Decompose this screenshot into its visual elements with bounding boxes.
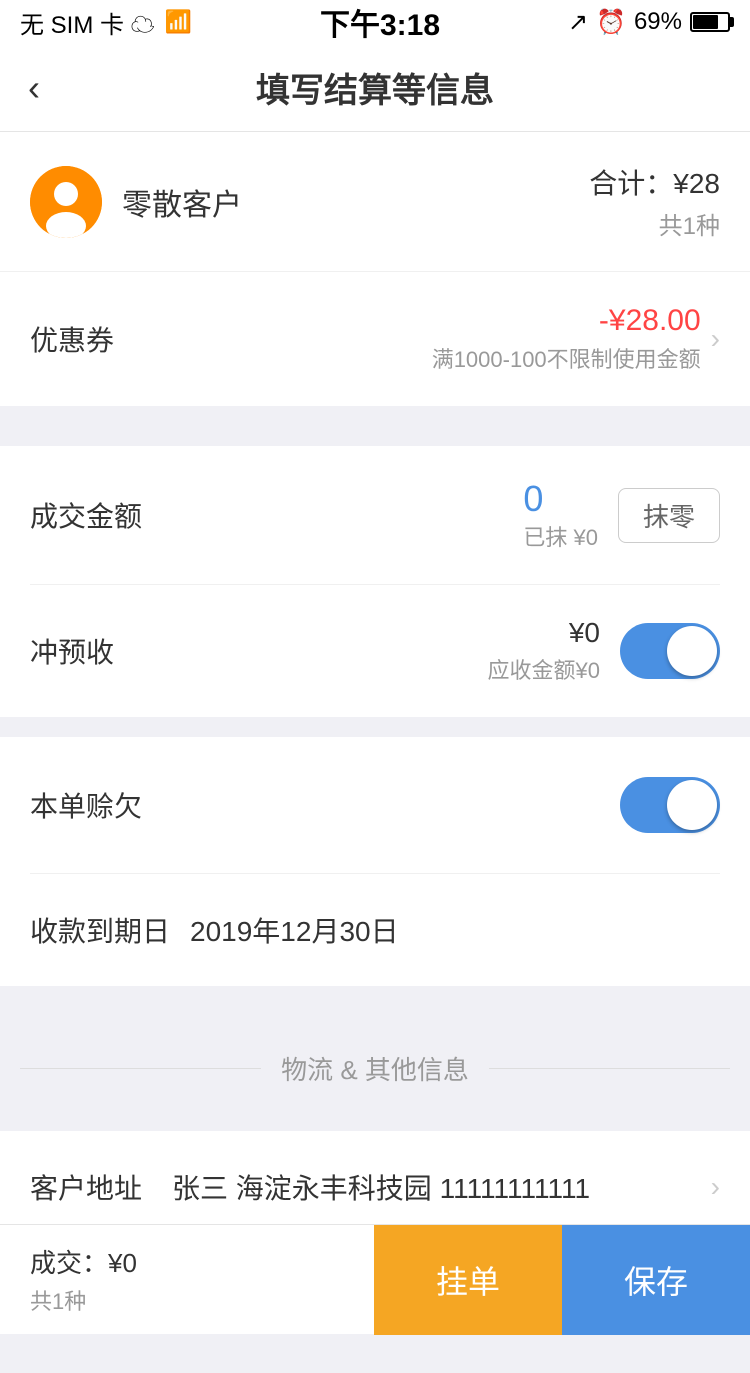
logistics-label: 物流 & 其他信息 [281, 1050, 469, 1087]
customer-row: 零散客户 合计：¥28 共1种 [0, 132, 750, 271]
toggle-knob [667, 626, 717, 676]
page-title: 填写结算等信息 [256, 63, 494, 112]
due-date-row: 收款到期日 2019年12月30日 [30, 874, 720, 986]
divider-1 [0, 426, 750, 446]
wifi-icon: 📶 [165, 9, 192, 35]
status-bar: 无 SIM 卡 ☁ 📶 下午3:18 ↗ ⏰ 69% [0, 0, 750, 44]
hold-button[interactable]: 挂单 [374, 1225, 562, 1335]
bottom-info: 成交：¥0 共1种 [0, 1243, 374, 1316]
coupon-value: -¥28.00 满1000-100不限制使用金额 [432, 304, 701, 374]
customer-name: 零散客户 [122, 180, 242, 224]
customer-right: 合计：¥28 共1种 [589, 162, 720, 241]
total-amount: 合计：¥28 [589, 162, 720, 202]
transaction-section: 成交金额 0 已抹 ¥0 抹零 冲预收 ¥0 应收金额¥0 [0, 446, 750, 717]
coupon-label: 优惠券 [30, 319, 114, 359]
coupon-desc: 满1000-100不限制使用金额 [432, 342, 701, 374]
bad-debt-row: 本单赊欠 [30, 737, 720, 874]
bottom-transaction: 成交：¥0 [30, 1243, 344, 1280]
bad-debt-toggle[interactable] [620, 777, 720, 833]
nav-bar: ‹ 填写结算等信息 [0, 44, 750, 132]
divider-3 [0, 1006, 750, 1026]
address-chevron-icon: › [711, 1171, 720, 1203]
transaction-amount-row: 成交金额 0 已抹 ¥0 抹零 [30, 446, 720, 585]
logistics-line-right [489, 1068, 730, 1069]
divider-2 [0, 717, 750, 737]
bottom-count: 共1种 [30, 1284, 344, 1316]
coupon-amount: -¥28.00 [432, 304, 701, 338]
save-button[interactable]: 保存 [562, 1225, 750, 1335]
due-date-value: 2019年12月30日 [190, 910, 399, 950]
due-date-label: 收款到期日 [30, 910, 170, 950]
customer-left: 零散客户 [30, 166, 242, 238]
bottom-transaction-label: 成交： [30, 1248, 108, 1278]
address-label: 客户地址 [30, 1167, 142, 1207]
total-count: 共1种 [589, 206, 720, 241]
bad-debt-toggle-knob [667, 780, 717, 830]
avatar-icon [30, 166, 102, 238]
location-icon: ↗ [568, 8, 588, 37]
bottom-transaction-amount: ¥0 [108, 1248, 137, 1278]
coupon-right: -¥28.00 满1000-100不限制使用金额 › [432, 304, 720, 374]
logistics-divider: 物流 & 其他信息 [0, 1026, 750, 1111]
pre-collection-toggle[interactable] [620, 623, 720, 679]
round-zero-button[interactable]: 抹零 [618, 488, 720, 543]
pre-collection-row: 冲预收 ¥0 应收金额¥0 [30, 585, 720, 717]
status-left: 无 SIM 卡 ☁ 📶 [20, 5, 192, 40]
pre-amounts: ¥0 应收金额¥0 [488, 617, 600, 685]
bottom-bar: 成交：¥0 共1种 挂单 保存 [0, 1224, 750, 1334]
pre-right: ¥0 应收金额¥0 [488, 617, 720, 685]
coupon-row[interactable]: 优惠券 -¥28.00 满1000-100不限制使用金额 › [0, 271, 750, 406]
battery-icon [690, 12, 730, 32]
battery-percent: 69% [634, 8, 682, 36]
pre-sub-amount: 应收金额¥0 [488, 653, 600, 685]
customer-section: 零散客户 合计：¥28 共1种 优惠券 -¥28.00 满1000-100不限制… [0, 132, 750, 406]
no-sim-label: 无 SIM 卡 ☁ [20, 5, 155, 40]
pre-main-amount: ¥0 [488, 617, 600, 649]
logistics-line-left [20, 1068, 261, 1069]
already-rounded: 已抹 ¥0 [523, 520, 598, 552]
bad-debt-label: 本单赊欠 [30, 785, 142, 825]
chevron-right-icon: › [711, 323, 720, 355]
alarm-icon: ⏰ [596, 8, 626, 37]
transaction-right: 0 已抹 ¥0 抹零 [523, 478, 720, 552]
address-value: 张三 海淀永丰科技园 11111111111 [172, 1167, 681, 1207]
bad-debt-section: 本单赊欠 收款到期日 2019年12月30日 [0, 737, 750, 986]
pre-collection-label: 冲预收 [30, 631, 114, 671]
transaction-amount: 0 [523, 478, 598, 520]
back-button[interactable]: ‹ [28, 67, 40, 109]
status-time: 下午3:18 [320, 0, 440, 44]
status-right: ↗ ⏰ 69% [568, 8, 730, 37]
transaction-label: 成交金额 [30, 495, 142, 535]
avatar [30, 166, 102, 238]
